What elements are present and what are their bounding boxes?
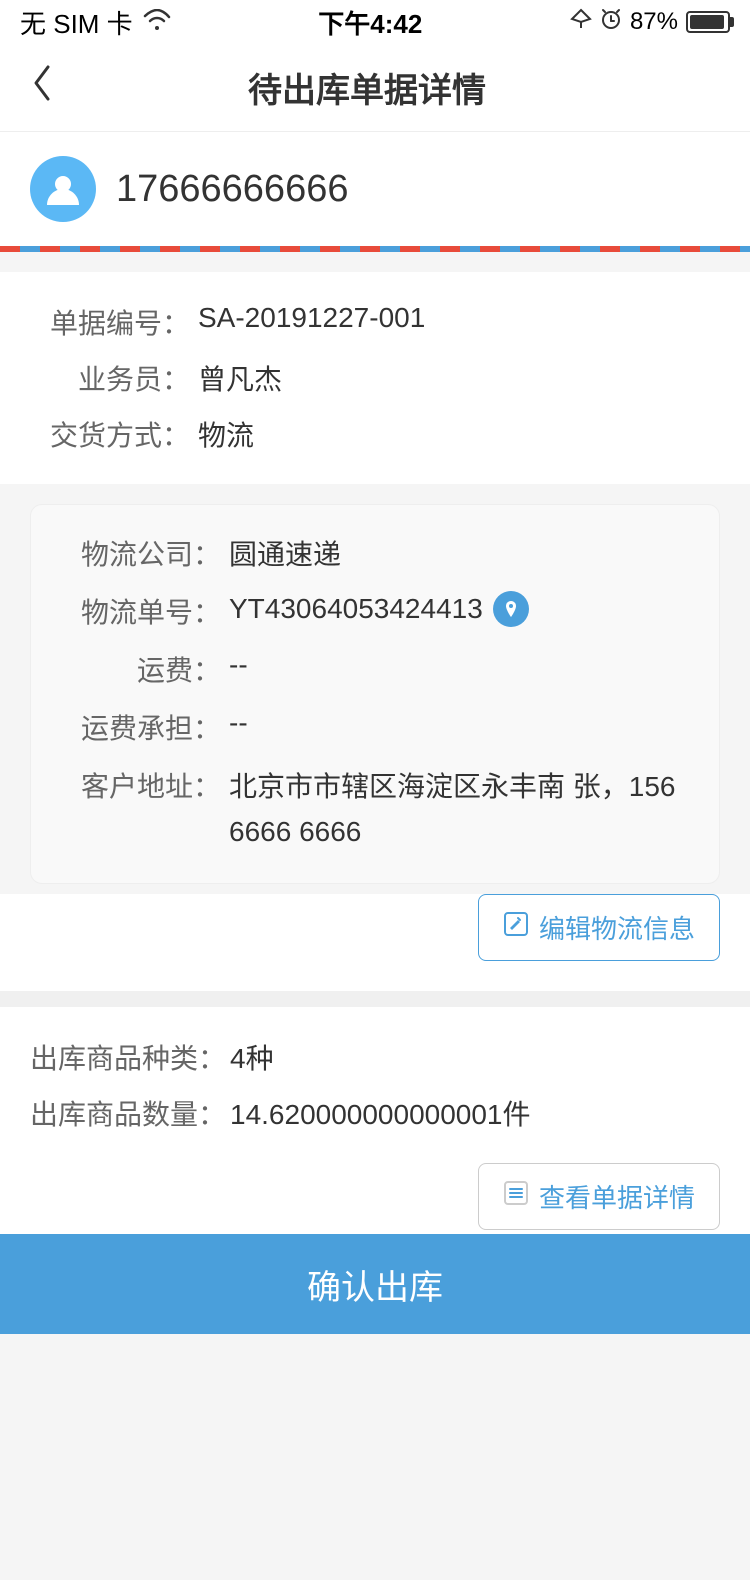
nav-bar: 待出库单据详情 (0, 44, 750, 132)
battery-percent: 87% (630, 8, 678, 36)
logistics-company-value: 圆通速递 (221, 533, 689, 573)
back-button[interactable] (20, 53, 64, 122)
page-title: 待出库单据详情 (64, 63, 670, 112)
dashed-divider (0, 246, 750, 252)
product-quantity-label: 出库商品数量： (30, 1093, 230, 1133)
logistics-company-label: 物流公司： (61, 533, 221, 573)
status-bar: 无 SIM 卡 下午4:42 (0, 0, 750, 44)
phone-header: 17666666666 (0, 132, 750, 246)
document-number-value: SA-20191227-001 (190, 302, 720, 334)
status-left: 无 SIM 卡 (20, 4, 171, 41)
carrier-text: 无 SIM 卡 (20, 4, 133, 41)
confirm-button-label: 确认出库 (307, 1260, 443, 1309)
section-separator (0, 991, 750, 1007)
logistics-freight-bearer-label: 运费承担： (61, 707, 221, 747)
logistics-freight-bearer-value: -- (221, 707, 689, 739)
view-details-button[interactable]: 查看单据详情 (478, 1163, 720, 1230)
edit-logistics-button[interactable]: 编辑物流信息 (478, 894, 720, 961)
sales-person-row: 业务员： 曾凡杰 (30, 358, 720, 398)
product-quantity-row: 出库商品数量： 14.620000000000001件 (30, 1093, 720, 1133)
logistics-freight-bearer-row: 运费承担： -- (61, 707, 689, 747)
logistics-tracking-row: 物流单号： YT43064053424413 (61, 591, 689, 631)
logistics-address-label: 客户地址： (61, 765, 221, 805)
logistics-tracking-value: YT43064053424413 (221, 591, 689, 627)
view-btn-container: 查看单据详情 (30, 1163, 720, 1230)
product-type-value: 4种 (230, 1037, 720, 1077)
list-icon (503, 1180, 529, 1213)
battery-icon (686, 11, 730, 33)
logistics-freight-value: -- (221, 649, 689, 681)
alarm-icon (600, 8, 622, 37)
view-details-label: 查看单据详情 (539, 1178, 695, 1215)
logistics-freight-label: 运费： (61, 649, 221, 689)
delivery-method-label: 交货方式： (30, 414, 190, 454)
product-type-label: 出库商品种类： (30, 1037, 230, 1077)
sales-person-label: 业务员： (30, 358, 190, 398)
status-right: 87% (570, 8, 730, 37)
document-number-row: 单据编号： SA-20191227-001 (30, 302, 720, 342)
product-section: 出库商品种类： 4种 出库商品数量： 14.620000000000001件 (0, 1007, 750, 1163)
wifi-icon (143, 7, 171, 38)
location-icon[interactable] (493, 591, 529, 627)
sales-person-value: 曾凡杰 (190, 358, 720, 398)
gps-icon (570, 8, 592, 37)
avatar (30, 156, 96, 222)
document-number-label: 单据编号： (30, 302, 190, 342)
edit-btn-container: 编辑物流信息 (30, 894, 720, 961)
confirm-button[interactable]: 确认出库 (0, 1234, 750, 1334)
delivery-method-value: 物流 (190, 414, 720, 454)
delivery-method-row: 交货方式： 物流 (30, 414, 720, 454)
product-quantity-value: 14.620000000000001件 (230, 1093, 720, 1133)
basic-info-section: 单据编号： SA-20191227-001 业务员： 曾凡杰 交货方式： 物流 (0, 272, 750, 484)
logistics-freight-row: 运费： -- (61, 649, 689, 689)
product-type-row: 出库商品种类： 4种 (30, 1037, 720, 1077)
edit-logistics-label: 编辑物流信息 (539, 909, 695, 946)
edit-icon (503, 911, 529, 944)
logistics-card: 物流公司： 圆通速递 物流单号： YT43064053424413 运费： --… (30, 504, 720, 884)
logistics-company-row: 物流公司： 圆通速递 (61, 533, 689, 573)
logistics-address-row: 客户地址： 北京市市辖区海淀区永丰南 张，156 6666 6666 (61, 765, 689, 855)
logistics-tracking-label: 物流单号： (61, 591, 221, 631)
phone-number: 17666666666 (116, 168, 348, 211)
time-text: 下午4:42 (318, 4, 422, 41)
logistics-address-value: 北京市市辖区海淀区永丰南 张，156 6666 6666 (221, 765, 689, 855)
